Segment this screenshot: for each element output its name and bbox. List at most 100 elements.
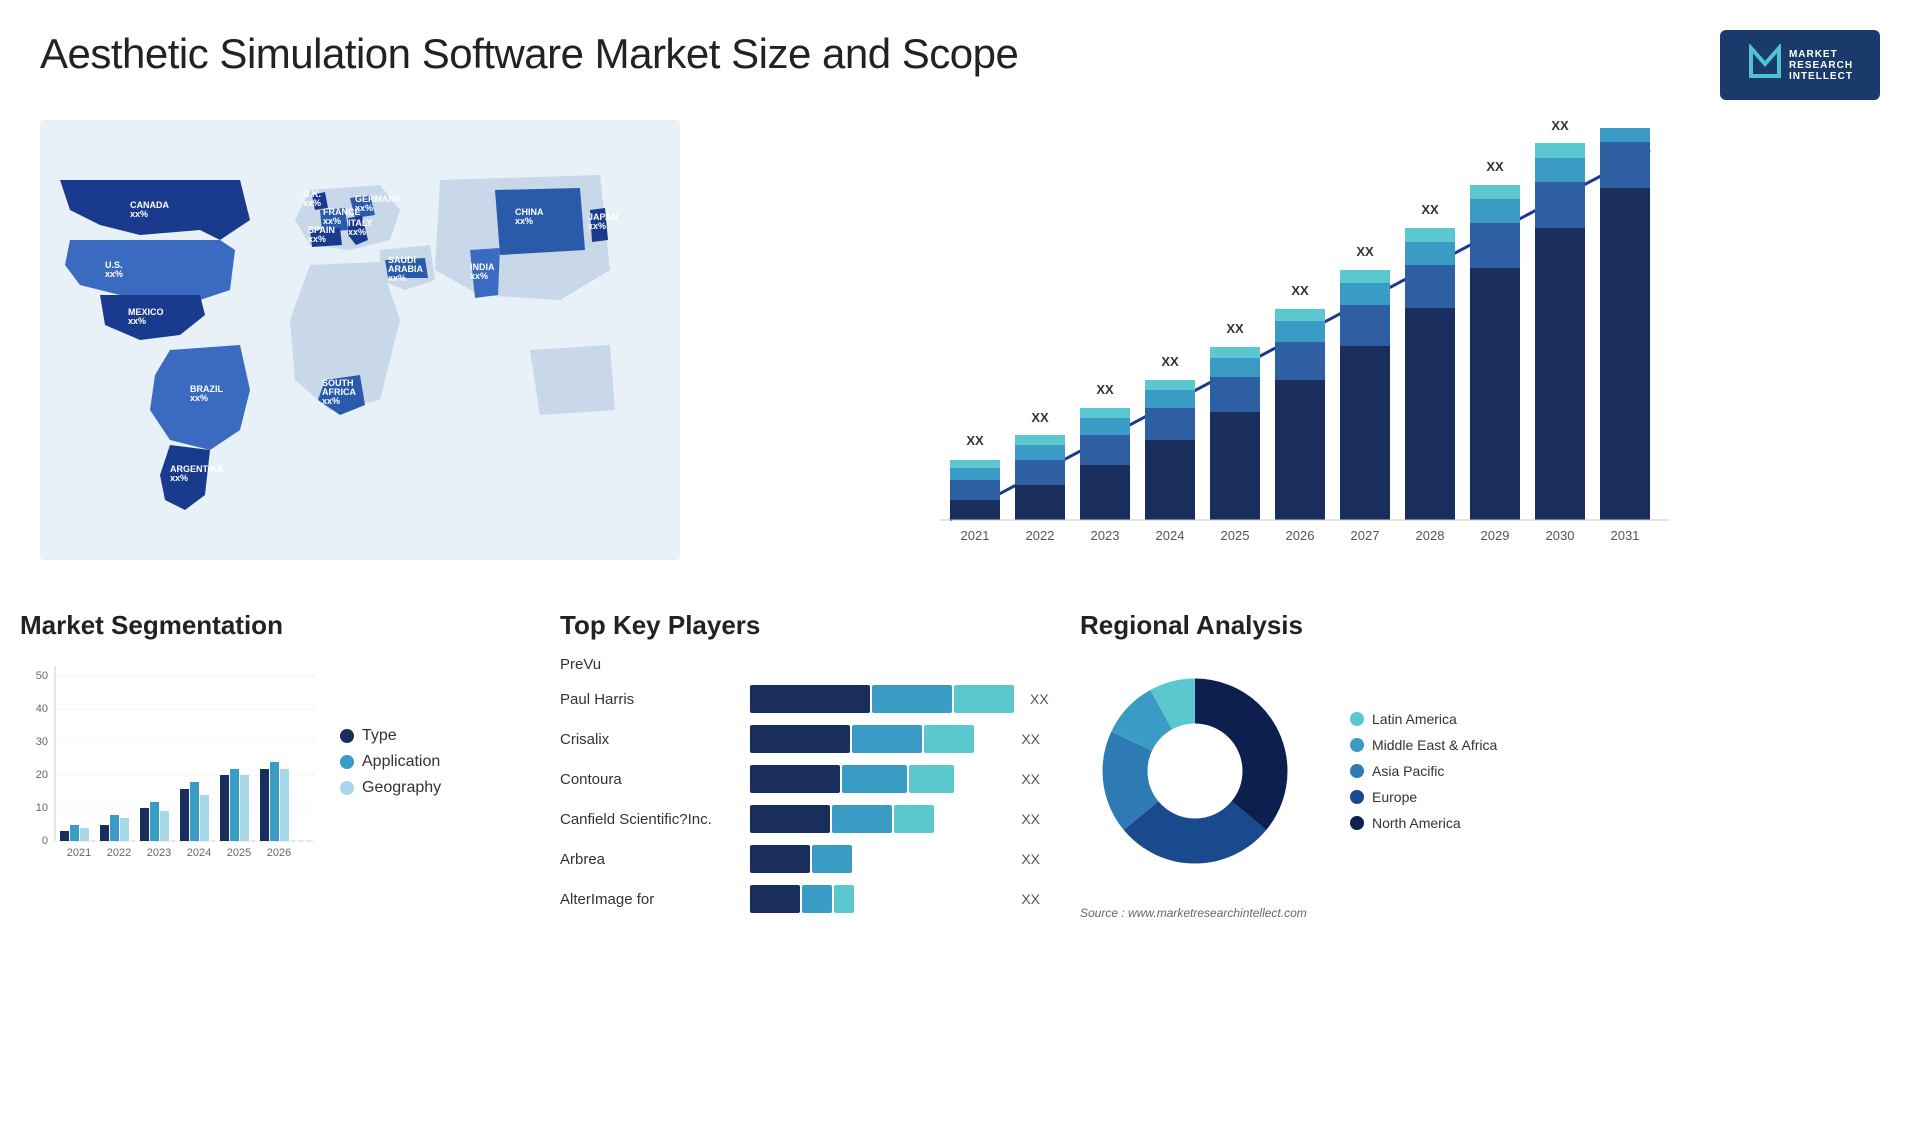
paul-harris-label: XX <box>1030 691 1049 707</box>
x-label-2030: 2030 <box>1546 528 1575 543</box>
bar-2031-s2 <box>1600 142 1650 188</box>
player-paul-harris-name: Paul Harris <box>560 691 740 708</box>
legend-application: Application <box>340 753 441 771</box>
contoura-bar1 <box>750 765 840 793</box>
alterimage-bar3 <box>834 885 854 913</box>
bar-2027-s2 <box>1340 305 1390 346</box>
bar-2027-s4 <box>1340 270 1390 283</box>
player-contoura: Contoura XX <box>560 765 1040 793</box>
x-label-2025: 2025 <box>1221 528 1250 543</box>
mexico-value: xx% <box>128 316 146 326</box>
canada-value: xx% <box>130 209 148 219</box>
seg-chart-svg: 0 10 20 30 40 50 <box>20 656 320 876</box>
alterimage-label: XX <box>1021 891 1040 907</box>
x-label-2028: 2028 <box>1416 528 1445 543</box>
canfield-label: XX <box>1021 811 1040 827</box>
legend-europe-dot <box>1350 790 1364 804</box>
bar-2028-s1 <box>1405 308 1455 520</box>
us-value: xx% <box>105 269 123 279</box>
brazil-value: xx% <box>190 393 208 403</box>
segmentation-section: Market Segmentation 0 10 20 30 40 50 <box>10 600 530 935</box>
bar-label-2028: XX <box>1421 202 1439 217</box>
player-crisalix-name: Crisalix <box>560 731 740 748</box>
key-players-section: Top Key Players PreVu Paul Harris XX Cri… <box>550 600 1050 935</box>
bar-label-2023: XX <box>1096 382 1114 397</box>
x-label-2029: 2029 <box>1481 528 1510 543</box>
canfield-bar3 <box>894 805 934 833</box>
player-contoura-bars <box>750 765 1005 793</box>
australia-region <box>530 345 615 415</box>
bar-2025-s3 <box>1210 358 1260 377</box>
bar-2028-s4 <box>1405 228 1455 242</box>
svg-text:0: 0 <box>42 835 48 847</box>
legend-mea-dot <box>1350 738 1364 752</box>
bar-2021-s4 <box>950 460 1000 468</box>
crisalix-label: XX <box>1021 731 1040 747</box>
logo-letter <box>1747 44 1783 87</box>
player-alterimage-bars <box>750 885 1005 913</box>
donut-center <box>1151 727 1239 815</box>
contoura-bar3 <box>909 765 954 793</box>
bar-2030-s3 <box>1535 158 1585 182</box>
paul-harris-bar3 <box>954 685 1014 713</box>
crisalix-bar2 <box>852 725 922 753</box>
svg-text:10: 10 <box>36 802 48 814</box>
regional-section: Regional Analysis <box>1070 600 1910 935</box>
bar-2023-s2 <box>1080 435 1130 465</box>
bar-2024-s3 <box>1145 390 1195 408</box>
regional-legend: Latin America Middle East & Africa Asia … <box>1350 711 1497 831</box>
spain-value: xx% <box>308 234 326 244</box>
header: Aesthetic Simulation Software Market Siz… <box>0 0 1920 110</box>
legend-mea-label: Middle East & Africa <box>1372 737 1497 753</box>
bar-label-2022: XX <box>1031 410 1049 425</box>
bar-2021-s1 <box>950 500 1000 520</box>
arbrea-bar2 <box>812 845 852 873</box>
canfield-bar2 <box>832 805 892 833</box>
svg-text:2023: 2023 <box>147 847 171 859</box>
bar-label-2024: XX <box>1161 354 1179 369</box>
japan-value: xx% <box>588 221 606 231</box>
bar-2028-s3 <box>1405 242 1455 265</box>
player-canfield: Canfield Scientific?Inc. XX <box>560 805 1040 833</box>
segmentation-title: Market Segmentation <box>20 610 520 641</box>
south-africa-value: xx% <box>322 396 340 406</box>
bar-2024-s1 <box>1145 440 1195 520</box>
growth-chart-section: XX XX XX XX XX <box>710 110 1890 590</box>
bar-2025-s4 <box>1210 347 1260 358</box>
svg-text:2026: 2026 <box>267 847 291 859</box>
bar-2021-s3 <box>950 468 1000 480</box>
legend-north-america-dot <box>1350 816 1364 830</box>
germany-value: xx% <box>355 203 373 213</box>
legend-europe: Europe <box>1350 789 1497 805</box>
player-arbrea-bars <box>750 845 1005 873</box>
legend-latin: Latin America <box>1350 711 1497 727</box>
arbrea-label: XX <box>1021 851 1040 867</box>
india-value: xx% <box>470 271 488 281</box>
bar-2022-s1 <box>1015 485 1065 520</box>
legend-geography: Geography <box>340 779 441 797</box>
growth-chart-svg: XX XX XX XX XX <box>730 120 1870 560</box>
world-map-section: CANADA xx% U.S. xx% MEXICO xx% BRAZIL xx… <box>30 110 690 590</box>
player-arbrea-name: Arbrea <box>560 851 740 868</box>
logo-text: MARKET RESEARCH INTELLECT <box>1789 49 1853 82</box>
donut-chart-svg <box>1080 656 1320 886</box>
player-canfield-name: Canfield Scientific?Inc. <box>560 811 740 828</box>
bar-2025-s1 <box>1210 412 1260 520</box>
legend-geo-dot <box>340 781 354 795</box>
bar-2027-s3 <box>1340 283 1390 305</box>
svg-text:50: 50 <box>36 670 48 682</box>
bar-2022-s3 <box>1015 445 1065 460</box>
bar-2024-s2 <box>1145 408 1195 440</box>
bar-label-2025: XX <box>1226 321 1244 336</box>
argentina-value: xx% <box>170 473 188 483</box>
bar-2021-s2 <box>950 480 1000 500</box>
bar-2027-s1 <box>1340 346 1390 520</box>
x-label-2031: 2031 <box>1611 528 1640 543</box>
bar-label-2026: XX <box>1291 283 1309 298</box>
regional-title: Regional Analysis <box>1080 610 1900 641</box>
bar-2031-s3 <box>1600 128 1650 142</box>
bar-2031-s1 <box>1600 188 1650 520</box>
legend-asia-dot <box>1350 764 1364 778</box>
source-text: Source : www.marketresearchintellect.com <box>1080 906 1900 920</box>
player-alterimage: AlterImage for XX <box>560 885 1040 913</box>
